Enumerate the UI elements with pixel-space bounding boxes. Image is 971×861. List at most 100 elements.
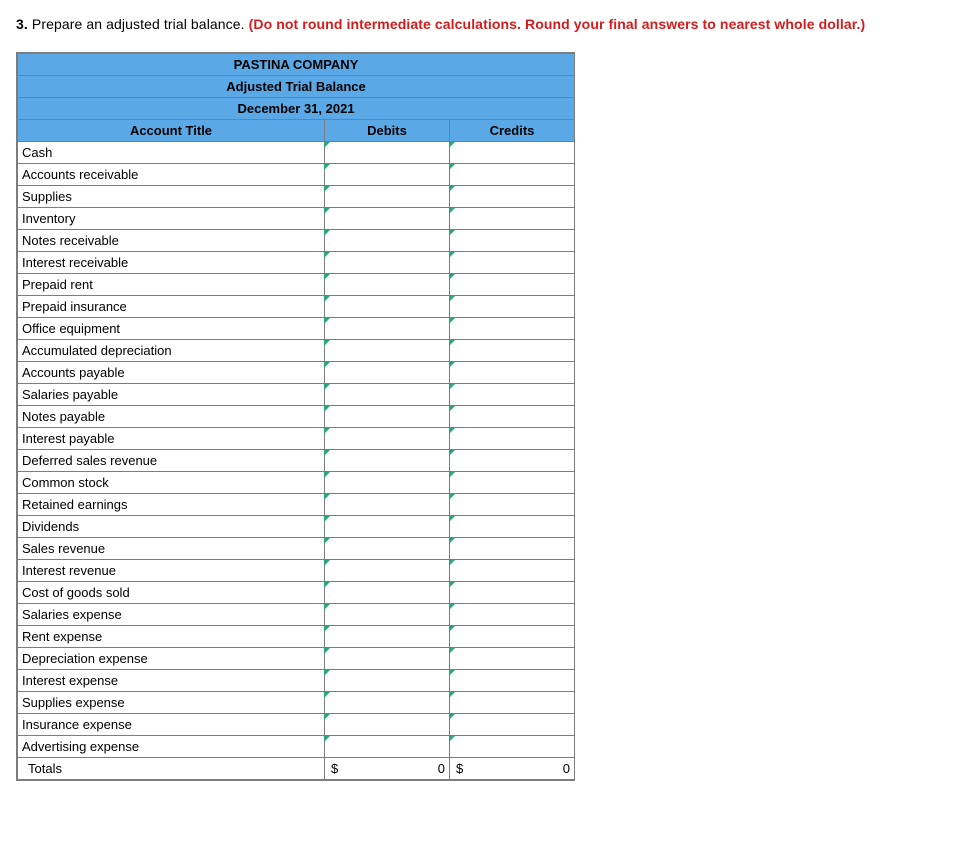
table-row: Salaries payable	[18, 384, 575, 406]
debit-cell[interactable]	[325, 582, 450, 604]
table-row: Inventory	[18, 208, 575, 230]
account-title-cell[interactable]: Sales revenue	[18, 538, 325, 560]
debit-cell[interactable]	[325, 736, 450, 758]
debit-cell[interactable]	[325, 516, 450, 538]
account-title-cell[interactable]: Supplies expense	[18, 692, 325, 714]
account-title-cell[interactable]: Salaries expense	[18, 604, 325, 626]
validated-icon	[449, 427, 456, 434]
validated-icon	[324, 427, 331, 434]
account-title-cell[interactable]: Salaries payable	[18, 384, 325, 406]
credit-cell[interactable]	[450, 670, 575, 692]
account-title-cell[interactable]: Prepaid rent	[18, 274, 325, 296]
debit-cell[interactable]	[325, 362, 450, 384]
debit-cell[interactable]	[325, 296, 450, 318]
credit-cell[interactable]	[450, 274, 575, 296]
credit-cell[interactable]	[450, 362, 575, 384]
account-title-cell[interactable]: Notes receivable	[18, 230, 325, 252]
credit-cell[interactable]	[450, 230, 575, 252]
debit-cell[interactable]	[325, 274, 450, 296]
account-title-cell[interactable]: Dividends	[18, 516, 325, 538]
credit-cell[interactable]	[450, 648, 575, 670]
account-title-cell[interactable]: Accumulated depreciation	[18, 340, 325, 362]
validated-icon	[449, 273, 456, 280]
debit-cell[interactable]	[325, 604, 450, 626]
debit-cell[interactable]	[325, 560, 450, 582]
credit-cell[interactable]	[450, 516, 575, 538]
validated-icon	[324, 735, 331, 742]
debit-cell[interactable]	[325, 340, 450, 362]
debit-cell[interactable]	[325, 428, 450, 450]
debit-cell[interactable]	[325, 714, 450, 736]
credit-cell[interactable]	[450, 538, 575, 560]
credit-cell[interactable]	[450, 164, 575, 186]
credit-cell[interactable]	[450, 384, 575, 406]
credit-cell[interactable]	[450, 626, 575, 648]
credit-cell[interactable]	[450, 560, 575, 582]
debit-cell[interactable]	[325, 626, 450, 648]
debit-cell[interactable]	[325, 384, 450, 406]
currency-symbol: $	[454, 761, 463, 776]
account-title-cell[interactable]: Interest revenue	[18, 560, 325, 582]
credit-cell[interactable]	[450, 186, 575, 208]
validated-icon	[324, 273, 331, 280]
credit-cell[interactable]	[450, 582, 575, 604]
account-title-cell[interactable]: Advertising expense	[18, 736, 325, 758]
debit-cell[interactable]	[325, 692, 450, 714]
account-title-cell[interactable]: Inventory	[18, 208, 325, 230]
account-title-cell[interactable]: Rent expense	[18, 626, 325, 648]
credit-cell[interactable]	[450, 450, 575, 472]
validated-icon	[449, 405, 456, 412]
credit-cell[interactable]	[450, 252, 575, 274]
debit-cell[interactable]	[325, 164, 450, 186]
credit-cell[interactable]	[450, 736, 575, 758]
account-title-cell[interactable]: Cost of goods sold	[18, 582, 325, 604]
validated-icon	[324, 581, 331, 588]
debit-cell[interactable]	[325, 318, 450, 340]
validated-icon	[449, 647, 456, 654]
debit-cell[interactable]	[325, 208, 450, 230]
credit-cell[interactable]	[450, 208, 575, 230]
table-row: Deferred sales revenue	[18, 450, 575, 472]
debit-cell[interactable]	[325, 252, 450, 274]
debit-cell[interactable]	[325, 472, 450, 494]
account-title-cell[interactable]: Retained earnings	[18, 494, 325, 516]
credit-cell[interactable]	[450, 714, 575, 736]
account-title-cell[interactable]: Depreciation expense	[18, 648, 325, 670]
debit-cell[interactable]	[325, 670, 450, 692]
account-title-cell[interactable]: Office equipment	[18, 318, 325, 340]
account-title-cell[interactable]: Interest receivable	[18, 252, 325, 274]
table-row: Rent expense	[18, 626, 575, 648]
account-title-cell[interactable]: Notes payable	[18, 406, 325, 428]
validated-icon	[449, 735, 456, 742]
credit-cell[interactable]	[450, 318, 575, 340]
credit-cell[interactable]	[450, 340, 575, 362]
account-title-cell[interactable]: Deferred sales revenue	[18, 450, 325, 472]
debit-cell[interactable]	[325, 230, 450, 252]
credit-cell[interactable]	[450, 296, 575, 318]
account-title-cell[interactable]: Supplies	[18, 186, 325, 208]
account-title-cell[interactable]: Interest expense	[18, 670, 325, 692]
account-title-cell[interactable]: Accounts payable	[18, 362, 325, 384]
col-account: Account Title	[18, 120, 325, 142]
debit-cell[interactable]	[325, 406, 450, 428]
account-title-cell[interactable]: Common stock	[18, 472, 325, 494]
account-title-cell[interactable]: Prepaid insurance	[18, 296, 325, 318]
validated-icon	[449, 581, 456, 588]
debit-cell[interactable]	[325, 186, 450, 208]
credit-cell[interactable]	[450, 494, 575, 516]
credit-cell[interactable]	[450, 428, 575, 450]
account-title-cell[interactable]: Insurance expense	[18, 714, 325, 736]
debit-cell[interactable]	[325, 450, 450, 472]
credit-cell[interactable]	[450, 604, 575, 626]
debit-cell[interactable]	[325, 648, 450, 670]
credit-cell[interactable]	[450, 406, 575, 428]
account-title-cell[interactable]: Accounts receivable	[18, 164, 325, 186]
credit-cell[interactable]	[450, 692, 575, 714]
credit-cell[interactable]	[450, 472, 575, 494]
debit-cell[interactable]	[325, 142, 450, 164]
account-title-cell[interactable]: Interest payable	[18, 428, 325, 450]
debit-cell[interactable]	[325, 538, 450, 560]
credit-cell[interactable]	[450, 142, 575, 164]
debit-cell[interactable]	[325, 494, 450, 516]
account-title-cell[interactable]: Cash	[18, 142, 325, 164]
